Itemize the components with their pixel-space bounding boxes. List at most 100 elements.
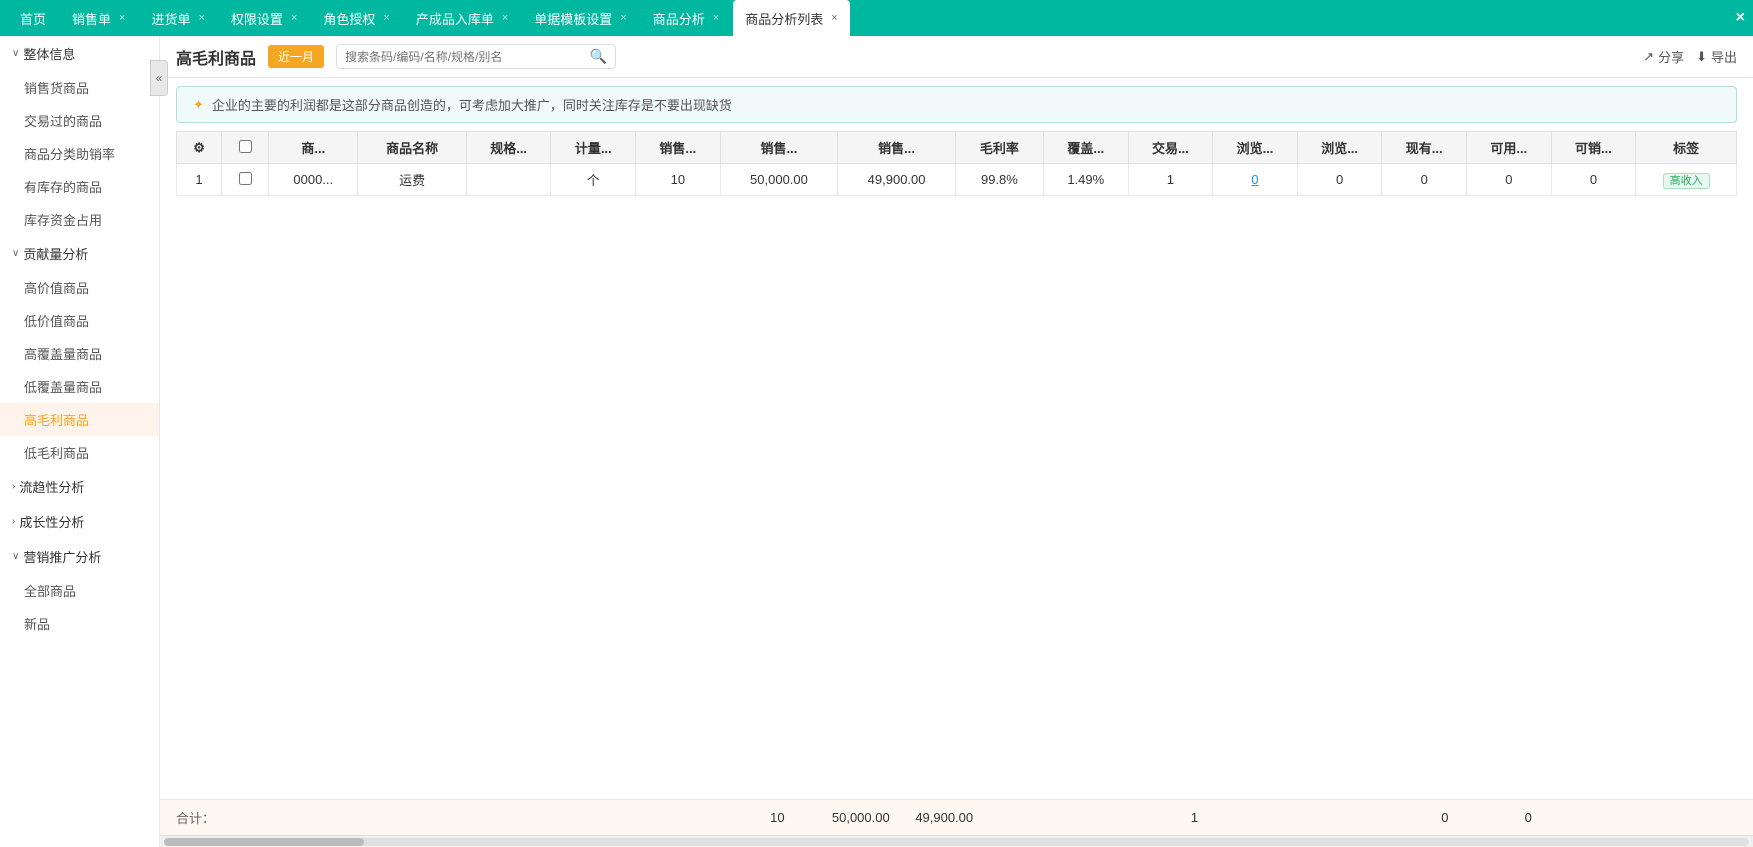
footer-cell-10 — [1069, 808, 1152, 827]
col-header-unit[interactable]: 计量... — [551, 132, 636, 164]
close-tab-icon[interactable]: × — [383, 12, 389, 24]
sidebar-item-label: 新品 — [24, 617, 50, 632]
nav-item-角色授权[interactable]: 角色授权 × — [311, 0, 401, 36]
col-header-grossRate[interactable]: 毛利率 — [955, 132, 1043, 164]
nav-label: 角色授权 — [323, 9, 375, 28]
col-header-tradeTimes[interactable]: 交易... — [1128, 132, 1213, 164]
col-header-saleAmount[interactable]: 销售... — [720, 132, 838, 164]
time-filter-button[interactable]: 近一月 — [268, 45, 324, 68]
col-header-checkbox[interactable] — [222, 132, 269, 164]
nav-item-商品分析列表[interactable]: 商品分析列表× — [733, 0, 849, 36]
sale-amount: 50,000.00 — [720, 164, 838, 196]
product-code: 0000... — [269, 164, 358, 196]
col-header-saleProfit[interactable]: 销售... — [838, 132, 956, 164]
search-icon[interactable]: 🔍 — [590, 48, 607, 65]
group-arrow-icon: › — [12, 516, 15, 527]
footer-cell-11: 1 — [1153, 808, 1236, 827]
table-container[interactable]: ⚙商...商品名称规格...计量...销售...销售...销售...毛利率覆盖.… — [160, 131, 1753, 799]
close-tab-icon[interactable]: × — [119, 12, 125, 24]
group-arrow-icon: ∨ — [12, 248, 19, 259]
nav-item-进货单[interactable]: 进货单× — [139, 0, 216, 36]
scrollbar-track — [164, 838, 1749, 846]
sidebar-item-label: 低覆盖量商品 — [24, 380, 102, 395]
close-tab-icon[interactable]: × — [502, 12, 508, 24]
export-button[interactable]: ⬇ 导出 — [1696, 47, 1737, 66]
sidebar-item-低覆盖量商品[interactable]: 低覆盖量商品 — [0, 370, 159, 403]
nav-item-首页[interactable]: 首页 — [8, 0, 58, 36]
share-button[interactable]: ↗ 分享 — [1643, 47, 1684, 66]
sidebar-group-营销推广分析[interactable]: ∨营销推广分析 — [0, 539, 159, 574]
footer-cell-13 — [1320, 808, 1403, 827]
nav-item-销售单[interactable]: 销售单 × — [60, 0, 137, 36]
sidebar-group-整体信息[interactable]: ∨整体信息 — [0, 36, 159, 71]
views2: 0 — [1297, 164, 1382, 196]
col-header-available[interactable]: 可用... — [1467, 132, 1552, 164]
col-header-name[interactable]: 商品名称 — [358, 132, 466, 164]
sidebar-item-高毛利商品[interactable]: 高毛利商品 — [0, 403, 159, 436]
close-tab-icon[interactable]: × — [620, 12, 626, 24]
sidebar-item-label: 交易过的商品 — [24, 114, 102, 129]
close-tab-icon[interactable]: × — [198, 12, 204, 24]
views1[interactable]: 0 — [1213, 164, 1298, 196]
sidebar-item-商品分类助销率[interactable]: 商品分类助销率 — [0, 137, 159, 170]
nav-item-产成品入库单[interactable]: 产成品入库单× — [404, 0, 520, 36]
close-all-tabs[interactable]: × — [1736, 9, 1745, 27]
share-icon: ↗ — [1643, 49, 1654, 65]
page-title: 高毛利商品 — [176, 45, 256, 69]
sidebar: ∨整体信息销售货商品交易过的商品商品分类助销率有库存的商品库存资金占用∨贡献量分… — [0, 36, 160, 847]
col-header-current[interactable]: 现有... — [1382, 132, 1467, 164]
col-header-saleable[interactable]: 可销... — [1551, 132, 1636, 164]
close-tab-icon[interactable]: × — [831, 12, 837, 24]
horizontal-scrollbar[interactable] — [160, 835, 1753, 847]
nav-item-商品分析[interactable]: 商品分析× — [641, 0, 731, 36]
col-header-code[interactable]: 商... — [269, 132, 358, 164]
sale-qty: 10 — [636, 164, 721, 196]
footer-cell-2 — [402, 808, 485, 827]
select-all-checkbox[interactable] — [239, 140, 252, 153]
sidebar-group-贡献量分析[interactable]: ∨贡献量分析 — [0, 236, 159, 271]
row-checkbox — [222, 164, 269, 196]
export-label: 导出 — [1711, 47, 1737, 66]
nav-label: 首页 — [20, 9, 46, 28]
sidebar-item-高价值商品[interactable]: 高价值商品 — [0, 271, 159, 304]
sidebar-item-库存资金占用[interactable]: 库存资金占用 — [0, 203, 159, 236]
nav-item-权限设置[interactable]: 权限设置× — [219, 0, 309, 36]
col-header-settings[interactable]: ⚙ — [177, 132, 222, 164]
sidebar-item-有库存的商品[interactable]: 有库存的商品 — [0, 170, 159, 203]
sidebar-group-流趋性分析[interactable]: ›流趋性分析 — [0, 469, 159, 504]
nav-label: 销售单 — [72, 9, 111, 28]
sidebar-item-销售货商品[interactable]: 销售货商品 — [0, 71, 159, 104]
col-header-coverage[interactable]: 覆盖... — [1043, 132, 1128, 164]
gross-rate: 99.8% — [955, 164, 1043, 196]
sidebar-collapse-button[interactable]: « — [150, 60, 168, 96]
sidebar-item-label: 高价值商品 — [24, 281, 89, 296]
sidebar-item-低价值商品[interactable]: 低价值商品 — [0, 304, 159, 337]
col-header-spec[interactable]: 规格... — [466, 132, 551, 164]
sidebar-item-label: 商品分类助销率 — [24, 147, 115, 162]
close-tab-icon[interactable]: × — [291, 12, 297, 24]
data-table: ⚙商...商品名称规格...计量...销售...销售...销售...毛利率覆盖.… — [176, 131, 1737, 196]
sidebar-item-高覆盖量商品[interactable]: 高覆盖量商品 — [0, 337, 159, 370]
scrollbar-thumb[interactable] — [164, 838, 364, 846]
footer-label: 合计： — [176, 808, 215, 827]
nav-label: 单据模板设置 — [534, 9, 612, 28]
search-input[interactable] — [345, 50, 586, 64]
sidebar-item-交易过的商品[interactable]: 交易过的商品 — [0, 104, 159, 137]
nav-item-单据模板设置[interactable]: 单据模板设置 × — [522, 0, 638, 36]
footer-cell-5 — [652, 808, 735, 827]
main-layout: ∨整体信息销售货商品交易过的商品商品分类助销率有库存的商品库存资金占用∨贡献量分… — [0, 36, 1753, 847]
sidebar-item-label: 高覆盖量商品 — [24, 347, 102, 362]
close-tab-icon[interactable]: × — [713, 12, 719, 24]
sidebar-item-低毛利商品[interactable]: 低毛利商品 — [0, 436, 159, 469]
header-actions: ↗ 分享 ⬇ 导出 — [1643, 47, 1737, 66]
sidebar-item-新品[interactable]: 新品 — [0, 607, 159, 640]
sidebar-item-全部商品[interactable]: 全部商品 — [0, 574, 159, 607]
row-checkbox[interactable] — [239, 172, 252, 185]
col-header-views1[interactable]: 浏览... — [1213, 132, 1298, 164]
col-header-views2[interactable]: 浏览... — [1297, 132, 1382, 164]
row-index: 1 — [177, 164, 222, 196]
col-header-saleQty[interactable]: 销售... — [636, 132, 721, 164]
col-header-tag[interactable]: 标签 — [1636, 132, 1737, 164]
product-tag[interactable]: 高收入 — [1636, 164, 1737, 196]
sidebar-group-成长性分析[interactable]: ›成长性分析 — [0, 504, 159, 539]
